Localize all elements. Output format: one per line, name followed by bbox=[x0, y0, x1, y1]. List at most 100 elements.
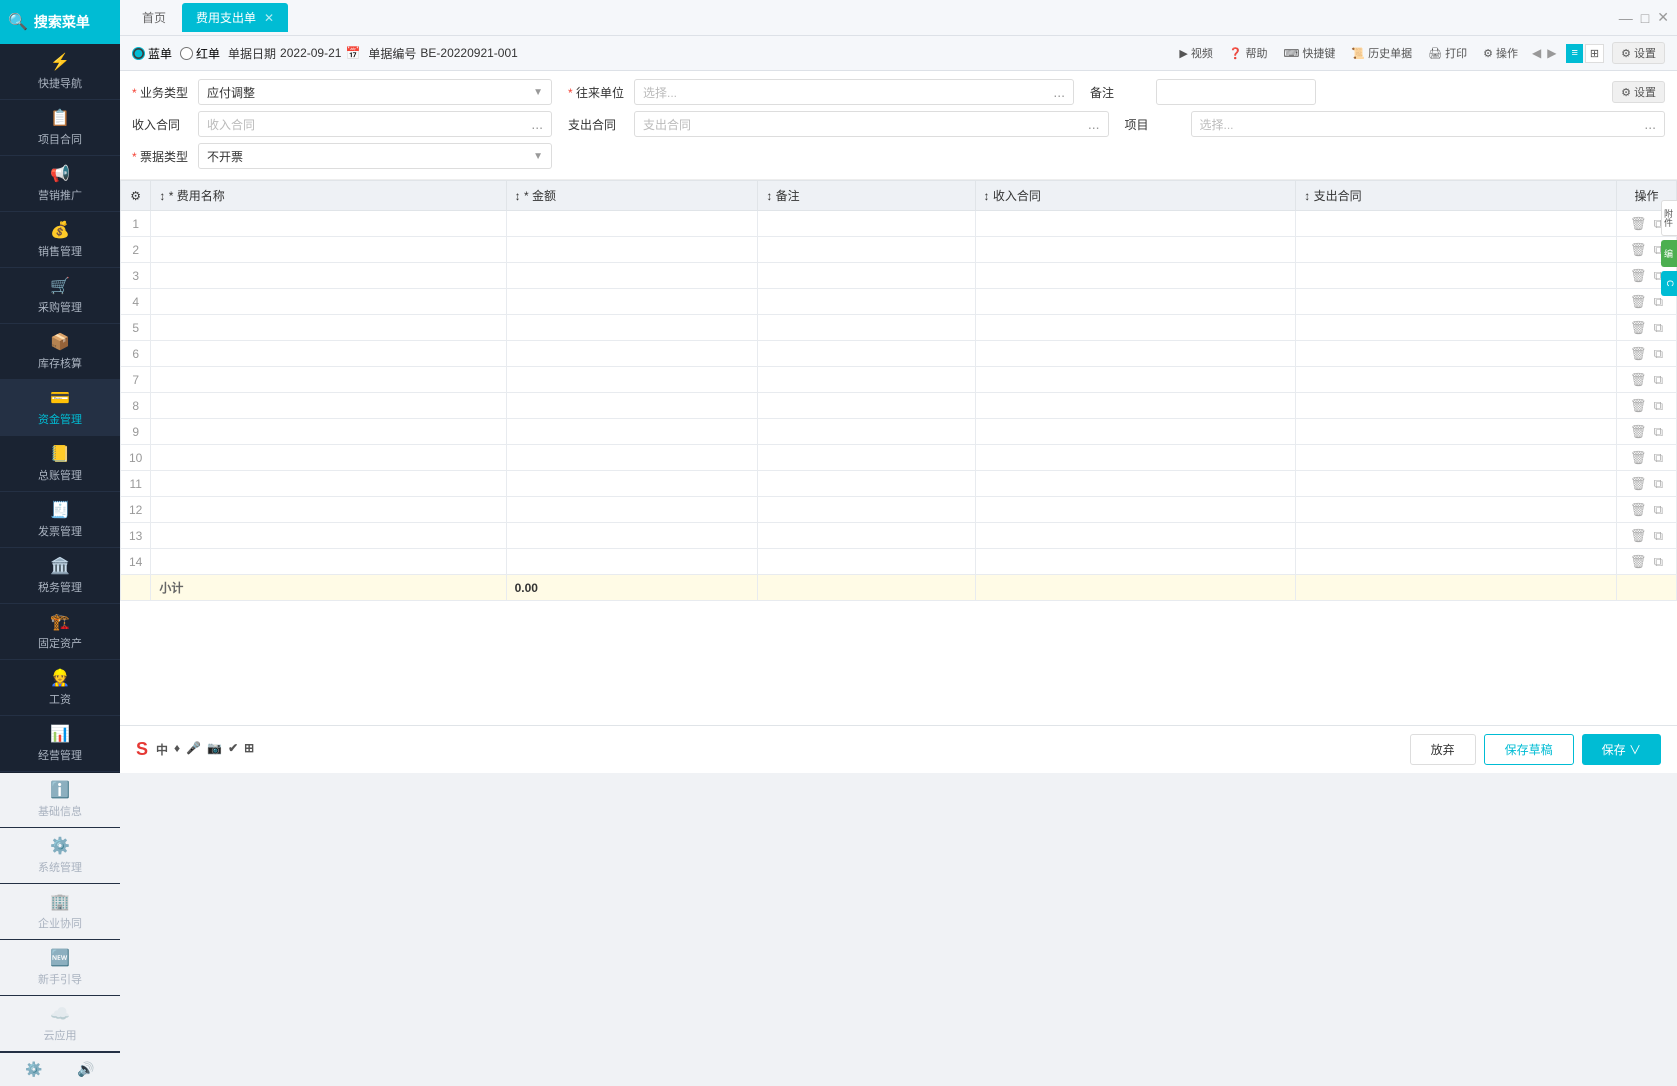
cell-amount[interactable] bbox=[506, 523, 758, 549]
cell-notes[interactable] bbox=[758, 419, 975, 445]
copy-icon[interactable]: ⧉ bbox=[1654, 554, 1663, 569]
cell-amount[interactable] bbox=[506, 497, 758, 523]
cell-expense-name[interactable] bbox=[151, 263, 506, 289]
cell-amount[interactable] bbox=[506, 471, 758, 497]
sidebar-header[interactable]: 🔍 搜索菜单 bbox=[0, 0, 120, 44]
sidebar-item-operations[interactable]: 📊经营管理 bbox=[0, 716, 120, 772]
cell-notes[interactable] bbox=[758, 393, 975, 419]
cell-amount[interactable] bbox=[506, 289, 758, 315]
notes-input[interactable] bbox=[1156, 79, 1316, 105]
brand-icon-4[interactable]: 📷 bbox=[207, 741, 222, 758]
cell-expense-contract[interactable] bbox=[1296, 497, 1617, 523]
cell-income-contract[interactable] bbox=[975, 393, 1296, 419]
save-draft-button[interactable]: 保存草稿 bbox=[1484, 734, 1574, 765]
cell-notes[interactable] bbox=[758, 211, 975, 237]
delete-icon[interactable]: 🗑 bbox=[1630, 528, 1647, 543]
sidebar-item-basic-info[interactable]: ℹ️基础信息 bbox=[0, 772, 120, 828]
sidebar-item-inventory[interactable]: 📦库存核算 bbox=[0, 324, 120, 380]
sidebar-item-new-guide[interactable]: 🆕新手引导 bbox=[0, 940, 120, 996]
cell-expense-name[interactable] bbox=[151, 549, 506, 575]
sidebar-item-quick-nav[interactable]: ⚡快捷导航 bbox=[0, 44, 120, 100]
cell-amount[interactable] bbox=[506, 315, 758, 341]
cell-amount[interactable] bbox=[506, 367, 758, 393]
form-settings-btn[interactable]: ⚙ 设置 bbox=[1612, 81, 1665, 103]
delete-icon[interactable]: 🗑 bbox=[1630, 398, 1647, 413]
edit-float-tab[interactable]: 编 bbox=[1661, 240, 1677, 267]
cell-expense-contract[interactable] bbox=[1296, 341, 1617, 367]
brand-icon-2[interactable]: ♦ bbox=[174, 741, 180, 758]
cell-notes[interactable] bbox=[758, 497, 975, 523]
nav-prev-btn[interactable]: ◀ bbox=[1530, 44, 1543, 62]
cell-notes[interactable] bbox=[758, 315, 975, 341]
col-config-header[interactable]: ⚙ bbox=[121, 181, 151, 211]
cell-expense-contract[interactable] bbox=[1296, 445, 1617, 471]
copy-icon[interactable]: ⧉ bbox=[1654, 450, 1663, 465]
tab-close-icon[interactable]: ✕ bbox=[264, 11, 274, 25]
cell-notes[interactable] bbox=[758, 263, 975, 289]
discard-button[interactable]: 放弃 bbox=[1410, 734, 1476, 765]
copy-icon[interactable]: ⧉ bbox=[1654, 528, 1663, 543]
brand-icon-5[interactable]: ✔ bbox=[228, 741, 238, 758]
cell-expense-name[interactable] bbox=[151, 445, 506, 471]
cyan-float-tab[interactable]: C bbox=[1661, 271, 1677, 296]
cell-income-contract[interactable] bbox=[975, 497, 1296, 523]
cell-notes[interactable] bbox=[758, 367, 975, 393]
cell-amount[interactable] bbox=[506, 211, 758, 237]
window-maximize-btn[interactable]: □ bbox=[1641, 10, 1649, 26]
sidebar-item-capital[interactable]: 💳资金管理 bbox=[0, 380, 120, 436]
cell-notes[interactable] bbox=[758, 549, 975, 575]
cell-income-contract[interactable] bbox=[975, 263, 1296, 289]
delete-icon[interactable]: 🗑 bbox=[1630, 320, 1647, 335]
cell-income-contract[interactable] bbox=[975, 419, 1296, 445]
view-grid-btn[interactable]: ⊞ bbox=[1585, 44, 1604, 63]
sidebar-item-assets[interactable]: 🏗️固定资产 bbox=[0, 604, 120, 660]
settings-icon[interactable]: ⚙️ bbox=[25, 1061, 42, 1078]
cell-expense-name[interactable] bbox=[151, 341, 506, 367]
help-btn[interactable]: ❓ 帮助 bbox=[1225, 43, 1272, 63]
cell-expense-contract[interactable] bbox=[1296, 237, 1617, 263]
cell-notes[interactable] bbox=[758, 445, 975, 471]
nav-next-btn[interactable]: ▶ bbox=[1545, 44, 1558, 62]
cell-income-contract[interactable] bbox=[975, 237, 1296, 263]
delete-icon[interactable]: 🗑 bbox=[1630, 450, 1647, 465]
cell-income-contract[interactable] bbox=[975, 523, 1296, 549]
calendar-icon[interactable]: 📅 bbox=[345, 46, 360, 60]
radio-blue-label[interactable]: 蓝单 bbox=[132, 45, 172, 62]
cell-expense-contract[interactable] bbox=[1296, 263, 1617, 289]
cell-expense-name[interactable] bbox=[151, 393, 506, 419]
cell-notes[interactable] bbox=[758, 471, 975, 497]
cell-amount[interactable] bbox=[506, 549, 758, 575]
cell-amount[interactable] bbox=[506, 393, 758, 419]
video-btn[interactable]: ▶ 视频 bbox=[1175, 43, 1216, 63]
cell-income-contract[interactable] bbox=[975, 341, 1296, 367]
cell-expense-contract[interactable] bbox=[1296, 393, 1617, 419]
operations-btn[interactable]: ⚙ 操作 bbox=[1479, 43, 1522, 63]
shortcut-btn[interactable]: ⌨ 快捷键 bbox=[1280, 43, 1340, 63]
copy-icon[interactable]: ⧉ bbox=[1654, 320, 1663, 335]
delete-icon[interactable]: 🗑 bbox=[1630, 554, 1647, 569]
copy-icon[interactable]: ⧉ bbox=[1654, 294, 1663, 309]
cell-notes[interactable] bbox=[758, 523, 975, 549]
history-btn[interactable]: 📜 历史单据 bbox=[1347, 43, 1416, 63]
cell-amount[interactable] bbox=[506, 445, 758, 471]
cell-expense-contract[interactable] bbox=[1296, 523, 1617, 549]
cell-notes[interactable] bbox=[758, 237, 975, 263]
cell-expense-contract[interactable] bbox=[1296, 367, 1617, 393]
delete-icon[interactable]: 🗑 bbox=[1630, 476, 1647, 491]
volume-icon[interactable]: 🔊 bbox=[77, 1061, 94, 1078]
brand-icon-1[interactable]: 中 bbox=[156, 741, 168, 758]
delete-icon[interactable]: 🗑 bbox=[1630, 346, 1647, 361]
income-contract-input[interactable]: 收入合同 ... bbox=[198, 111, 552, 137]
cell-expense-contract[interactable] bbox=[1296, 419, 1617, 445]
cell-income-contract[interactable] bbox=[975, 445, 1296, 471]
settings-btn[interactable]: ⚙ 设置 bbox=[1612, 42, 1665, 64]
tab-home[interactable]: 首页 bbox=[128, 3, 180, 32]
sidebar-item-payroll[interactable]: 👷工资 bbox=[0, 660, 120, 716]
sidebar-item-enterprise[interactable]: 🏢企业协同 bbox=[0, 884, 120, 940]
sidebar-item-ledger[interactable]: 📒总账管理 bbox=[0, 436, 120, 492]
project-input[interactable]: 选择... ... bbox=[1191, 111, 1666, 137]
expense-contract-input[interactable]: 支出合同 ... bbox=[634, 111, 1109, 137]
sidebar-item-cloud[interactable]: ☁️云应用 bbox=[0, 996, 120, 1052]
sidebar-item-invoice[interactable]: 🧾发票管理 bbox=[0, 492, 120, 548]
sidebar-item-purchase[interactable]: 🛒采购管理 bbox=[0, 268, 120, 324]
